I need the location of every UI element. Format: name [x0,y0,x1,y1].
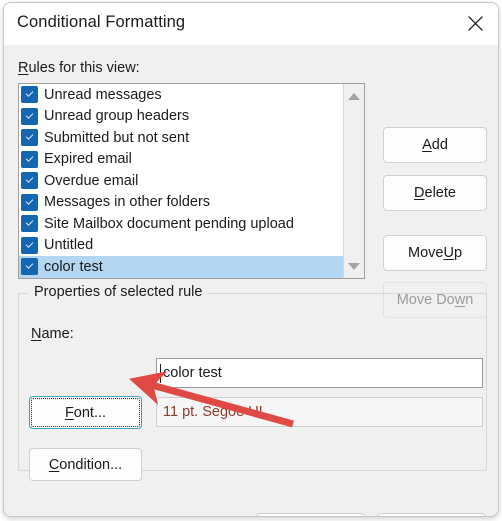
move-up-button[interactable]: Move Up [383,235,487,271]
delete-button[interactable]: Delete [383,175,487,211]
list-item[interactable]: Untitled [19,235,343,257]
close-icon [467,15,484,32]
rule-checkbox[interactable] [21,86,38,104]
condition-button[interactable]: Condition... [29,448,142,481]
rule-checkbox[interactable] [21,150,38,168]
rules-label-rest: ules for this view: [28,60,140,76]
font-label-rest: ont... [73,404,107,421]
font-label-accesskey: F [64,404,74,421]
list-item[interactable]: Submitted but not sent [19,127,343,149]
rules-label-accesskey: R [18,60,29,76]
cancel-button[interactable]: Cancel [377,513,486,516]
page-title: Conditional Formatting [17,13,186,31]
list-item[interactable]: Expired email [19,149,343,171]
rule-checkbox[interactable] [21,193,38,211]
rule-label: Expired email [44,151,132,167]
text-caret [160,364,161,383]
list-item[interactable]: Overdue email [19,170,343,192]
list-item[interactable]: Unread messages [19,84,343,106]
font-preview-text: 11 pt. Segoe UI [163,404,263,420]
title-bar: Conditional Formatting [4,3,498,45]
rule-label: Submitted but not sent [44,129,190,146]
list-item[interactable]: color test [19,256,343,278]
rule-checkbox[interactable] [21,172,38,190]
rule-label: color test [44,258,103,275]
list-item[interactable]: Unread group headers [19,106,343,128]
scroll-up-arrow-icon[interactable] [344,86,364,106]
list-item[interactable]: Messages in other folders [19,192,343,214]
rule-label: Site Mailbox document pending upload [44,215,294,232]
rules-list-items[interactable]: Unread messages Unread group headers Submi… [19,84,343,278]
name-label-accesskey: N [31,326,42,342]
condition-label-rest: ondition... [59,456,123,473]
rule-label: Messages in other folders [44,194,211,210]
condition-label-accesskey: C [48,456,60,473]
conditional-formatting-dialog: Conditional Formatting Rules for this vi… [3,2,499,517]
move-up-label-rest: p [453,245,463,261]
rule-label: Untitled [44,237,94,253]
add-label-accesskey: A [422,137,432,153]
name-field-label: Name: [31,326,74,342]
rule-label: Unread messages [44,86,162,103]
rules-list-label: Rules for this view: [18,60,140,76]
rule-checkbox[interactable] [21,129,38,147]
rule-checkbox[interactable] [21,107,38,125]
rule-checkbox[interactable] [21,258,38,276]
rules-list-scrollbar[interactable] [343,84,364,278]
delete-label-accesskey: D [414,185,425,201]
properties-group-title: Properties of selected rule [28,284,209,300]
add-label-rest: dd [431,137,448,153]
rule-label: Overdue email [44,172,139,189]
scroll-down-arrow-icon[interactable] [344,256,364,276]
rules-listbox[interactable]: Unread messages Unread group headers Submi… [18,83,365,279]
name-label-rest: ame: [41,326,74,342]
rule-checkbox[interactable] [21,236,38,254]
list-item[interactable]: Site Mailbox document pending upload [19,213,343,235]
delete-label-rest: elete [424,185,456,201]
move-up-label-accesskey: U [443,245,454,261]
rule-label: Unread group headers [44,108,190,124]
name-input[interactable]: color test [156,358,483,388]
font-preview-box: 11 pt. Segoe UI [156,397,483,427]
rule-checkbox[interactable] [21,215,38,233]
name-input-value: color test [163,365,222,381]
ok-button[interactable]: OK [256,513,365,516]
dialog-body: Rules for this view: Unread messages Unre… [4,45,498,516]
close-button[interactable] [453,3,498,44]
move-up-label-prefix: Move [407,245,444,261]
font-button[interactable]: Font... [29,396,142,429]
add-button[interactable]: Add [383,127,487,163]
